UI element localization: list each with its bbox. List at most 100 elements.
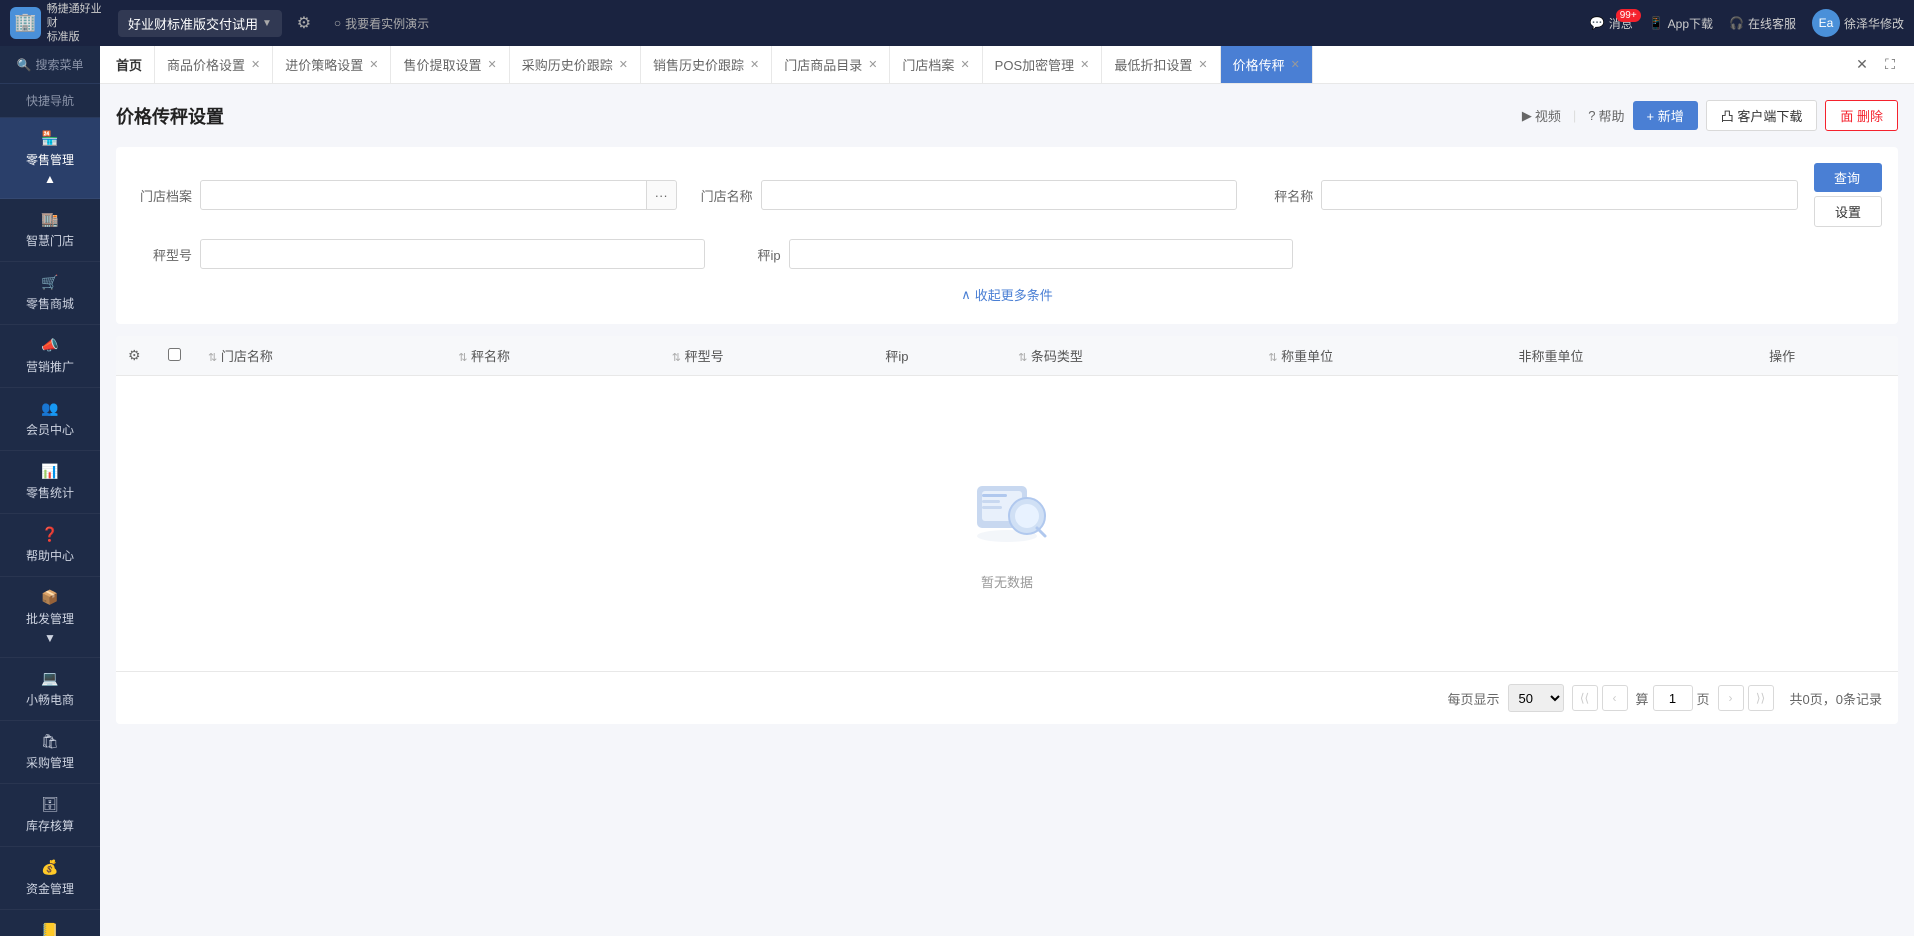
last-page-button[interactable]: ⟩⟩ — [1748, 685, 1774, 711]
messages-button[interactable]: 💬 消息 99+ — [1590, 15, 1633, 32]
demo-circle-icon: ○ — [334, 16, 341, 30]
next-page-button[interactable]: › — [1718, 685, 1744, 711]
add-button[interactable]: + 新增 — [1633, 101, 1698, 130]
page-title: 价格传秤设置 — [116, 103, 224, 129]
app-download-button[interactable]: 📱 App下载 — [1649, 15, 1713, 32]
sidebar-item-retail-mall[interactable]: 🛒 零售商城 — [0, 262, 100, 325]
sidebar-item-purchase-mgmt[interactable]: 🛍 采购管理 — [0, 721, 100, 784]
scale-model-label: 秤型号 — [132, 245, 192, 264]
app-logo-icon: 🏢 — [10, 7, 41, 39]
sidebar-item-smart-store[interactable]: 🏬 智慧门店 — [0, 199, 100, 262]
collapse-button[interactable]: ∧ 收起更多条件 — [961, 285, 1053, 304]
table-settings-icon[interactable]: ⚙ — [128, 347, 141, 363]
tab-close-price-scale[interactable]: ✕ — [1291, 58, 1300, 71]
sidebar-item-member-center[interactable]: 👥 会员中心 — [0, 388, 100, 451]
version-selector[interactable]: 好业财标准版交付试用 ▼ — [118, 10, 282, 37]
scale-name-input[interactable] — [1321, 180, 1798, 210]
col-scale-name[interactable]: ⇅ 秤名称 — [446, 336, 660, 376]
tab-store-profile[interactable]: 门店档案 ✕ — [890, 46, 982, 83]
store-profile-label: 门店档案 — [132, 186, 192, 205]
tab-min-discount[interactable]: 最低折扣设置 ✕ — [1102, 46, 1220, 83]
sidebar: 🔍 搜索菜单 快捷导航 🏪 零售管理 ▲ 🏬 智慧门店 🛒 零售商城 📣 营销推… — [0, 46, 100, 936]
tab-close-purchase-history[interactable]: ✕ — [619, 58, 628, 71]
tab-close-purchase-strategy[interactable]: ✕ — [369, 58, 378, 71]
tab-close-all-button[interactable]: ✕ — [1850, 53, 1874, 77]
page-number-input[interactable] — [1653, 685, 1693, 711]
page-info: 算 页 — [1636, 685, 1710, 711]
video-link[interactable]: ▶ 视频 — [1522, 106, 1561, 125]
smart-store-icon: 🏬 — [41, 211, 58, 228]
first-page-button[interactable]: ⟨⟨ — [1572, 685, 1598, 711]
tab-close-pos-encryption[interactable]: ✕ — [1080, 58, 1089, 71]
sidebar-item-batch-mgmt[interactable]: 📦 批发管理 ▼ — [0, 577, 100, 658]
user-menu-button[interactable]: Ea 徐泽华修改 — [1812, 9, 1904, 37]
scale-ip-input[interactable] — [789, 239, 1294, 269]
tab-purchase-strategy[interactable]: 进价策略设置 ✕ — [273, 46, 391, 83]
store-name-input[interactable] — [761, 180, 1238, 210]
delete-button[interactable]: 面 删除 — [1825, 100, 1898, 131]
tab-close-goods-price[interactable]: ✕ — [251, 58, 260, 71]
sidebar-item-retail-mgmt[interactable]: 🏪 零售管理 ▲ — [0, 118, 100, 199]
download-client-button[interactable]: 凸 客户端下载 — [1706, 100, 1818, 131]
tab-close-sales-history[interactable]: ✕ — [750, 58, 759, 71]
video-icon: ▶ — [1522, 108, 1532, 124]
online-service-button[interactable]: 🎧 在线客服 — [1729, 15, 1796, 32]
store-profile-input[interactable] — [200, 180, 647, 210]
demo-button[interactable]: ○ 我要看实例演示 — [326, 11, 437, 36]
sidebar-item-marketing[interactable]: 📣 营销推广 — [0, 325, 100, 388]
sidebar-quick-nav[interactable]: 快捷导航 — [0, 84, 100, 118]
tab-maximize-button[interactable]: ⛶ — [1878, 53, 1902, 77]
sidebar-search-button[interactable]: 🔍 搜索菜单 — [0, 46, 100, 84]
arrow-down-icon: ▼ — [44, 631, 56, 645]
help-link[interactable]: ? 帮助 — [1588, 106, 1624, 125]
sidebar-item-finance-mgmt[interactable]: 💰 资金管理 — [0, 847, 100, 910]
tab-store-catalog[interactable]: 门店商品目录 ✕ — [772, 46, 890, 83]
prev-page-button[interactable]: ‹ — [1602, 685, 1628, 711]
headset-icon: 🎧 — [1729, 16, 1744, 30]
sidebar-item-xiaobo-ecom[interactable]: 💻 小畅电商 — [0, 658, 100, 721]
tab-close-min-discount[interactable]: ✕ — [1198, 58, 1207, 71]
member-icon: 👥 — [41, 400, 58, 417]
settings-form-button[interactable]: 设置 — [1814, 196, 1882, 227]
tab-sales-history[interactable]: 销售历史价跟踪 ✕ — [641, 46, 772, 83]
table-body: 暂无数据 — [116, 376, 1898, 672]
content-area: 首页 商品价格设置 ✕ 进价策略设置 ✕ 售价提取设置 ✕ 采购历史价跟踪 ✕ … — [100, 46, 1914, 936]
query-button[interactable]: 查询 — [1814, 163, 1882, 192]
scale-name-field: 秤名称 — [1253, 180, 1798, 210]
collapse-up-icon: ∧ — [961, 287, 971, 303]
sidebar-item-general-ledger[interactable]: 📒 总账管理 — [0, 910, 100, 936]
empty-illustration — [957, 456, 1057, 556]
tab-close-store-profile[interactable]: ✕ — [960, 58, 969, 71]
page-size-select[interactable]: 10 20 50 100 — [1508, 684, 1564, 712]
tab-pos-encryption[interactable]: POS加密管理 ✕ — [983, 46, 1103, 83]
search-form-row-2: 秤型号 秤ip — [132, 239, 1882, 269]
sidebar-item-inventory[interactable]: 🗄 库存核算 — [0, 784, 100, 847]
tab-selling-price[interactable]: 售价提取设置 ✕ — [391, 46, 509, 83]
select-all-checkbox[interactable] — [168, 348, 181, 361]
col-barcode-type[interactable]: ⇅ 条码类型 — [1006, 336, 1256, 376]
store-profile-ellipsis-button[interactable]: ··· — [647, 180, 677, 210]
top-settings-button[interactable]: ⚙ — [290, 9, 318, 37]
sidebar-item-help-center[interactable]: ❓ 帮助中心 — [0, 514, 100, 577]
col-store-name[interactable]: ⇅ 门店名称 — [196, 336, 446, 376]
page-header: 价格传秤设置 ▶ 视频 | ? 帮助 + 新增 凸 客户端下载 — [116, 100, 1898, 131]
col-scale-model[interactable]: ⇅ 秤型号 — [660, 336, 874, 376]
tab-home[interactable]: 首页 — [104, 46, 155, 83]
main-layout: 🔍 搜索菜单 快捷导航 🏪 零售管理 ▲ 🏬 智慧门店 🛒 零售商城 📣 营销推… — [0, 46, 1914, 936]
page-navigation-next: › ⟩⟩ — [1718, 685, 1774, 711]
scale-model-input[interactable] — [200, 239, 705, 269]
app-logo: 🏢 畅捷通好业财 标准版 — [10, 2, 110, 45]
table-header-row: ⚙ ⇅ 门店名称 ⇅ — [116, 336, 1898, 376]
sidebar-item-retail-stats[interactable]: 📊 零售统计 — [0, 451, 100, 514]
store-profile-input-group: ··· — [200, 180, 677, 210]
page-size-label: 每页显示 — [1447, 689, 1499, 708]
pagination: 每页显示 10 20 50 100 ⟨⟨ ‹ — [116, 671, 1898, 724]
scale-ip-label: 秤ip — [721, 245, 781, 264]
tab-purchase-history[interactable]: 采购历史价跟踪 ✕ — [510, 46, 641, 83]
collapse-row: ∧ 收起更多条件 — [132, 281, 1882, 308]
tab-close-selling-price[interactable]: ✕ — [488, 58, 497, 71]
tab-goods-price[interactable]: 商品价格设置 ✕ — [155, 46, 273, 83]
col-weight-unit[interactable]: ⇅ 称重单位 — [1256, 336, 1506, 376]
tab-close-store-catalog[interactable]: ✕ — [868, 58, 877, 71]
tab-price-scale[interactable]: 价格传秤 ✕ — [1221, 46, 1313, 83]
